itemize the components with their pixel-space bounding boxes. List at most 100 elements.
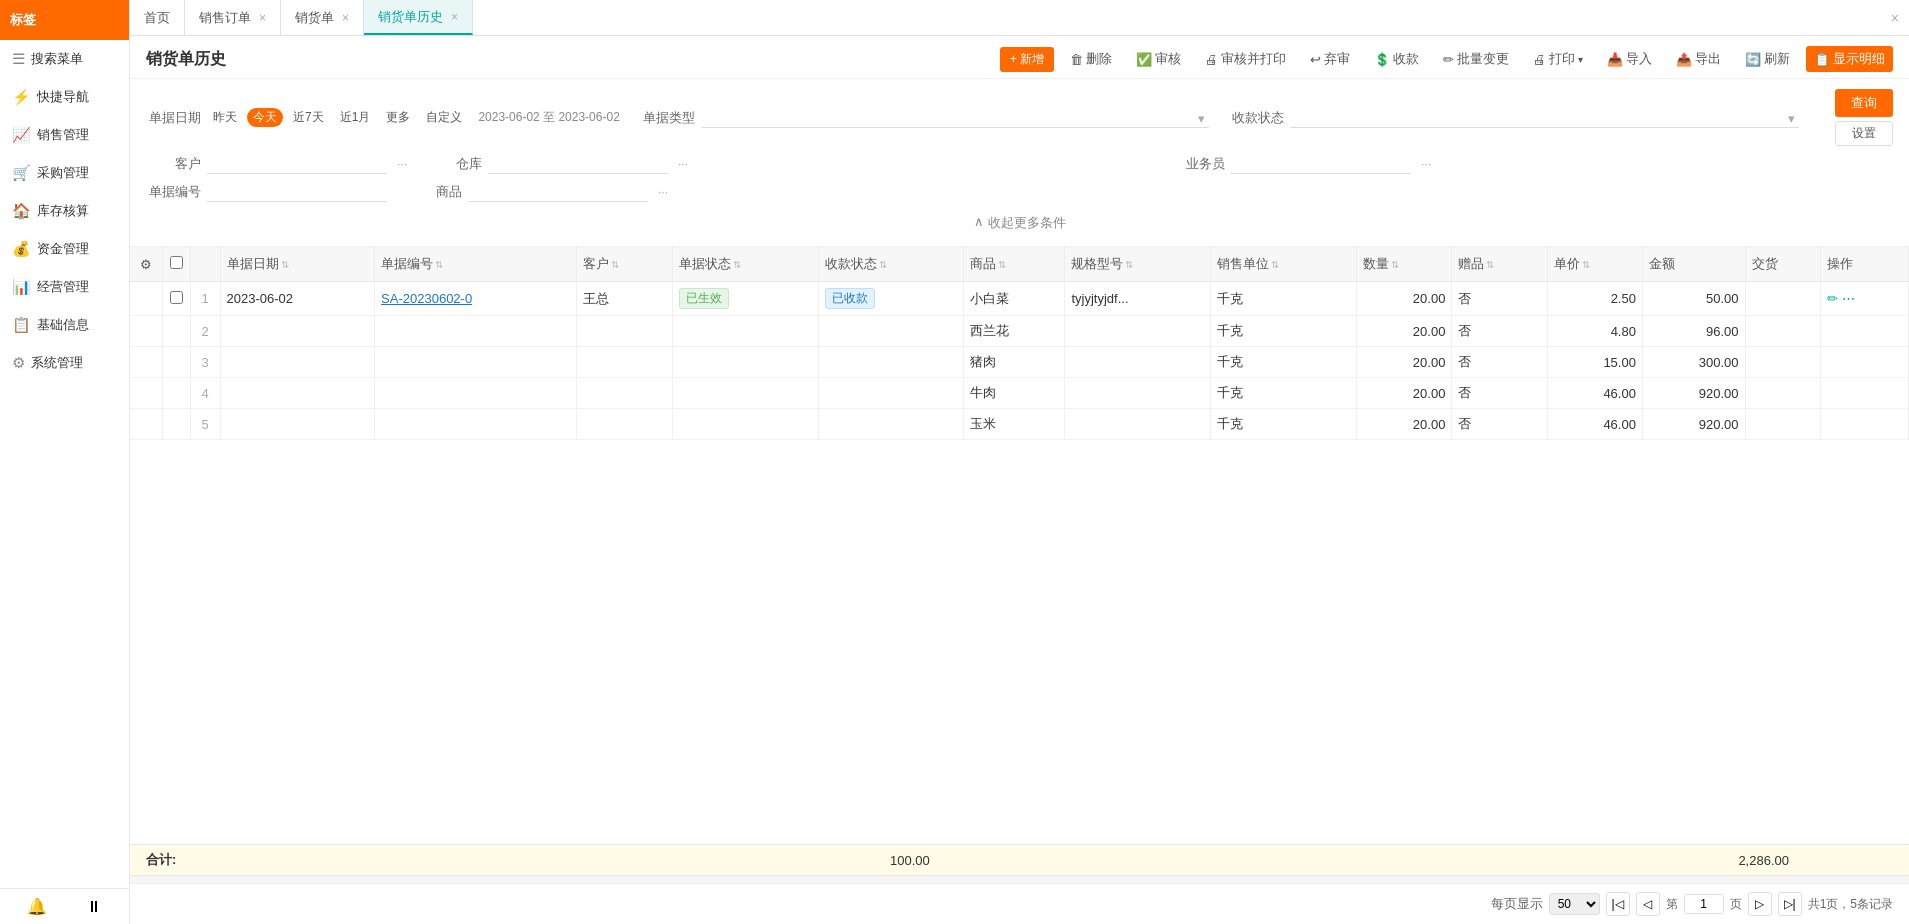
goods-input[interactable] bbox=[468, 182, 648, 202]
customer-picker-icon[interactable]: ··· bbox=[397, 157, 407, 171]
page-size-select[interactable]: 50 100 200 bbox=[1549, 893, 1600, 915]
tab-home[interactable]: 首页 bbox=[130, 0, 185, 35]
col-qty[interactable]: 数量⇅ bbox=[1357, 247, 1452, 282]
col-payment-status[interactable]: 收款状态⇅ bbox=[818, 247, 964, 282]
col-spec[interactable]: 规格型号⇅ bbox=[1065, 247, 1211, 282]
sidebar-item-purchase-mgmt[interactable]: 🛒 采购管理 bbox=[0, 154, 129, 192]
sidebar-item-inventory[interactable]: 🏠 库存核算 bbox=[0, 192, 129, 230]
col-gift[interactable]: 赠品⇅ bbox=[1452, 247, 1547, 282]
col-doc-no[interactable]: 单据编号⇅ bbox=[375, 247, 577, 282]
row-checkbox[interactable] bbox=[170, 291, 183, 304]
filter-warehouse: 仓库 ··· bbox=[427, 154, 1150, 174]
salesperson-picker-icon[interactable]: ··· bbox=[1421, 157, 1431, 171]
notification-icon[interactable]: 🔔 bbox=[27, 897, 47, 916]
show-detail-button[interactable]: 📋 显示明细 bbox=[1806, 46, 1893, 72]
cell-check[interactable] bbox=[162, 282, 190, 316]
pause-icon[interactable]: ⏸ bbox=[86, 898, 102, 916]
sidebar-item-operations[interactable]: 📊 经营管理 bbox=[0, 268, 129, 306]
edit-action-icon[interactable]: ✏ bbox=[1827, 291, 1838, 306]
tab-sales-history[interactable]: 销货单历史 × bbox=[364, 0, 473, 35]
export-button[interactable]: 📤 导出 bbox=[1668, 46, 1729, 72]
doc-no-input[interactable] bbox=[207, 182, 387, 202]
table-body: 1 2023-06-02 SA-20230602-0 王总 已生效 已收款 小白… bbox=[130, 282, 1909, 440]
col-gear[interactable]: ⚙ bbox=[130, 247, 162, 282]
goods-picker-icon[interactable]: ··· bbox=[658, 185, 668, 199]
last-page-button[interactable]: ▷| bbox=[1778, 892, 1802, 916]
cell-doc-no[interactable]: SA-20230602-0 bbox=[375, 282, 577, 316]
collapse-filter-button[interactable]: ∧ 收起更多条件 bbox=[146, 210, 1893, 236]
more-action-icon[interactable]: ⋯ bbox=[1842, 291, 1855, 306]
prev-page-button[interactable]: ◁ bbox=[1636, 892, 1660, 916]
sidebar-item-finance[interactable]: 💰 资金管理 bbox=[0, 230, 129, 268]
cell-customer bbox=[577, 378, 672, 409]
sidebar-item-sys-mgmt[interactable]: ⚙ 系统管理 bbox=[0, 344, 129, 382]
cell-action bbox=[1821, 347, 1909, 378]
sidebar-item-basic-info[interactable]: 📋 基础信息 bbox=[0, 306, 129, 344]
date-tag-today[interactable]: 今天 bbox=[247, 108, 283, 127]
query-button[interactable]: 查询 bbox=[1835, 89, 1893, 117]
col-doc-date[interactable]: 单据日期⇅ bbox=[220, 247, 375, 282]
cell-transaction bbox=[1745, 316, 1821, 347]
horizontal-scrollbar[interactable] bbox=[130, 875, 1909, 883]
cell-action bbox=[1821, 409, 1909, 440]
delete-icon: 🗑 bbox=[1070, 52, 1083, 67]
warehouse-input[interactable] bbox=[488, 154, 668, 174]
table-row: 4 牛肉 千克 20.00 否 46.00 920.00 bbox=[130, 378, 1909, 409]
batch-change-button[interactable]: ✏ 批量变更 bbox=[1435, 46, 1517, 72]
refresh-button[interactable]: 🔄 刷新 bbox=[1737, 46, 1798, 72]
audit-button[interactable]: ✅ 审核 bbox=[1128, 46, 1189, 72]
sidebar-item-search-menu[interactable]: ☰ 搜索菜单 bbox=[0, 40, 129, 78]
salesperson-input[interactable] bbox=[1231, 154, 1411, 174]
tab-bar-close[interactable]: × bbox=[1891, 10, 1909, 26]
delete-button[interactable]: 🗑 删除 bbox=[1062, 46, 1120, 72]
date-tag-yesterday[interactable]: 昨天 bbox=[207, 108, 243, 127]
col-customer[interactable]: 客户⇅ bbox=[577, 247, 672, 282]
sidebar-item-sales-mgmt[interactable]: 📈 销售管理 bbox=[0, 116, 129, 154]
collect-button[interactable]: 💲 收款 bbox=[1366, 46, 1427, 72]
print-button[interactable]: 🖨 打印 ▾ bbox=[1525, 46, 1591, 72]
next-page-button[interactable]: ▷ bbox=[1748, 892, 1772, 916]
first-page-button[interactable]: |◁ bbox=[1606, 892, 1630, 916]
import-button[interactable]: 📥 导入 bbox=[1599, 46, 1660, 72]
date-tag-more[interactable]: 更多 bbox=[380, 108, 416, 127]
new-button[interactable]: + 新增 bbox=[1000, 47, 1054, 72]
tab-sales-goods-close[interactable]: × bbox=[342, 11, 349, 25]
sidebar: 标签 ☰ 搜索菜单 ⚡ 快捷导航 📈 销售管理 🛒 采购管理 🏠 库存核算 💰 … bbox=[0, 0, 130, 924]
show-detail-icon: 📋 bbox=[1814, 52, 1830, 67]
tab-sales-goods[interactable]: 销货单 × bbox=[281, 0, 364, 35]
warehouse-picker-icon[interactable]: ··· bbox=[678, 157, 688, 171]
col-row-num bbox=[190, 247, 220, 282]
col-unit[interactable]: 销售单位⇅ bbox=[1211, 247, 1357, 282]
cell-gift: 否 bbox=[1452, 282, 1547, 316]
cell-doc-date bbox=[220, 378, 375, 409]
tab-sales-history-close[interactable]: × bbox=[451, 10, 458, 24]
col-doc-status[interactable]: 单据状态⇅ bbox=[672, 247, 818, 282]
cell-row-num: 4 bbox=[190, 378, 220, 409]
cell-check[interactable] bbox=[162, 347, 190, 378]
cell-amount: 300.00 bbox=[1642, 347, 1745, 378]
tab-sales-order-close[interactable]: × bbox=[259, 11, 266, 25]
cell-check[interactable] bbox=[162, 316, 190, 347]
col-goods[interactable]: 商品⇅ bbox=[964, 247, 1065, 282]
sort-customer-icon: ⇅ bbox=[611, 259, 619, 270]
page-number-input[interactable]: 1 bbox=[1684, 894, 1724, 914]
setting-button[interactable]: 设置 bbox=[1835, 121, 1893, 146]
payment-status-select[interactable] bbox=[1290, 108, 1799, 128]
doc-type-select[interactable] bbox=[701, 108, 1210, 128]
doc-no-link[interactable]: SA-20230602-0 bbox=[381, 291, 472, 306]
date-tag-1month[interactable]: 近1月 bbox=[334, 108, 377, 127]
customer-input[interactable] bbox=[207, 154, 387, 174]
select-all-checkbox[interactable] bbox=[170, 256, 183, 269]
sort-doc-no-icon: ⇅ bbox=[435, 259, 443, 270]
cell-check[interactable] bbox=[162, 409, 190, 440]
col-price[interactable]: 单价⇅ bbox=[1547, 247, 1642, 282]
cell-check[interactable] bbox=[162, 378, 190, 409]
date-tag-custom[interactable]: 自定义 bbox=[420, 108, 468, 127]
filter-row-1: 单据日期 昨天 今天 近7天 近1月 更多 自定义 2023-06-02 至 2… bbox=[146, 89, 1893, 146]
abandon-button[interactable]: ↩ 弃审 bbox=[1302, 46, 1358, 72]
sidebar-item-quick-nav[interactable]: ⚡ 快捷导航 bbox=[0, 78, 129, 116]
audit-print-button[interactable]: 🖨 审核并打印 bbox=[1197, 46, 1294, 72]
date-tag-7days[interactable]: 近7天 bbox=[287, 108, 330, 127]
tab-sales-order[interactable]: 销售订单 × bbox=[185, 0, 281, 35]
table-row: 2 西兰花 千克 20.00 否 4.80 96.00 bbox=[130, 316, 1909, 347]
